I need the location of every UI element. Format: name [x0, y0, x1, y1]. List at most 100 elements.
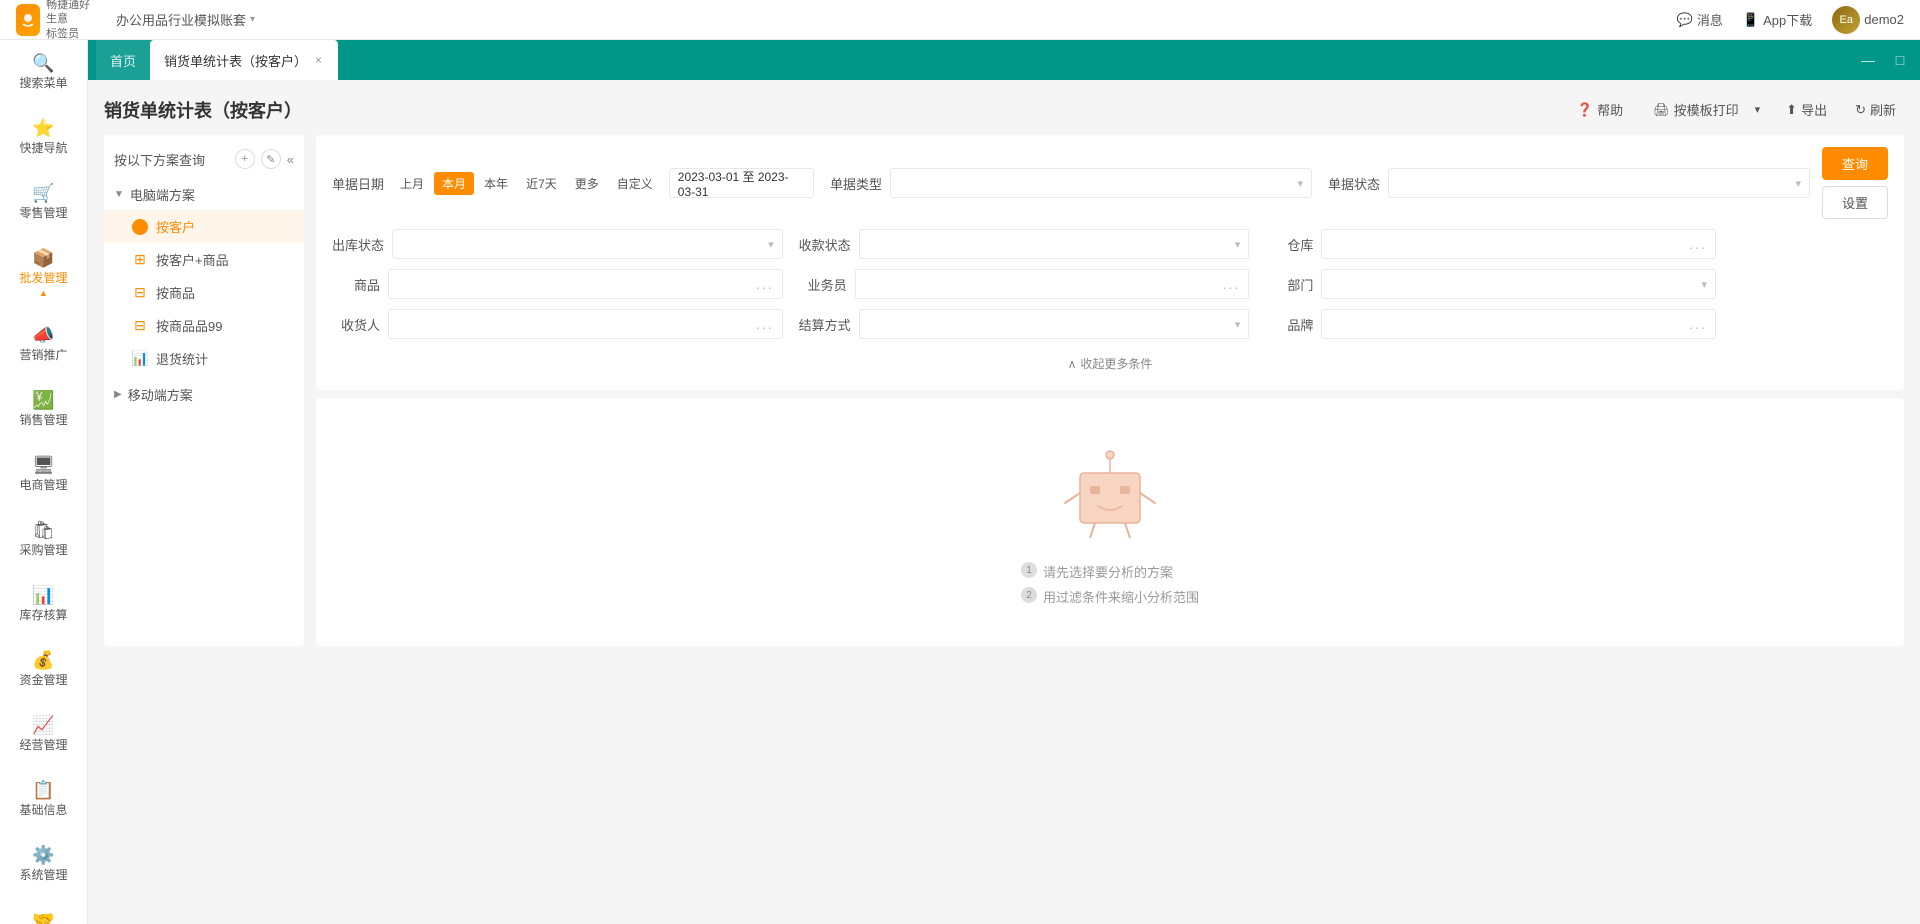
basic-icon: 📋	[32, 781, 54, 799]
add-scheme-button[interactable]: +	[235, 149, 255, 169]
tab-close-icon[interactable]: ×	[313, 51, 324, 69]
scheme-item-by-customer-product[interactable]: ⊞ 按客户+商品	[104, 243, 304, 276]
sidebar-item-sales[interactable]: 💹 销售管理	[4, 379, 83, 440]
brand-input[interactable]: ...	[1321, 309, 1716, 339]
sidebar-item-label: 搜索菜单	[19, 74, 67, 91]
sidebar-item-inventory[interactable]: 📊 库存核算	[4, 574, 83, 635]
message-icon: 💬	[1677, 12, 1693, 28]
maximize-button[interactable]: □	[1888, 48, 1912, 72]
filter-row-3: 商品 ... 业务员	[332, 269, 1888, 299]
logo-text: 畅捷通好生意 标签员	[46, 0, 96, 41]
sidebar-item-finance[interactable]: 💰 资金管理	[4, 639, 83, 700]
wholesale-icon: 📦	[32, 249, 54, 267]
warehouse-input[interactable]: ...	[1321, 229, 1716, 259]
sidebar-item-purchase[interactable]: 🛍 采购管理	[4, 509, 83, 570]
sidebar-item-wholesale[interactable]: 📦 批发管理 ▲	[4, 237, 83, 310]
mobile-group-header[interactable]: ▶ 移动端方案	[104, 379, 304, 410]
sidebar-item-label: 资金管理	[19, 671, 67, 688]
sidebar-item-label: 库存核算	[19, 606, 67, 623]
sidebar-item-quick-nav[interactable]: ⭐ 快捷导航	[4, 107, 83, 168]
group-toggle-icon: ▶	[114, 389, 122, 400]
date-tab-this-month[interactable]: 本月	[434, 172, 474, 195]
more-icon[interactable]: ...	[756, 276, 774, 292]
mobile-scheme-group: ▶ 移动端方案	[104, 379, 304, 410]
help-button[interactable]: ❓ 帮助	[1569, 96, 1631, 123]
sidebar-item-ecommerce[interactable]: 🖥 电商管理	[4, 444, 83, 505]
template-print-button[interactable]: 🖨 按模板打印	[1643, 96, 1749, 123]
receiver-filter-field: 收货人 ...	[332, 309, 783, 339]
sidebar-item-basic[interactable]: 📋 基础信息	[4, 769, 83, 830]
date-tab-custom[interactable]: 自定义	[609, 172, 661, 195]
receiver-label: 收货人	[332, 315, 388, 334]
content-area: 首页 销货单统计表（按客户） × — □ 销货单统计表（按客户）	[88, 40, 1920, 924]
more-icon[interactable]: ...	[1223, 276, 1241, 292]
doc-type-label: 单据类型	[830, 174, 890, 193]
date-tab-last-month[interactable]: 上月	[392, 172, 432, 195]
minimize-button[interactable]: —	[1856, 48, 1880, 72]
more-icon[interactable]: ...	[756, 316, 774, 332]
sidebar-item-label: 零售管理	[19, 204, 67, 221]
chevron-down-icon: ▾	[250, 14, 255, 25]
sidebar-item-operations[interactable]: 📈 经营管理	[4, 704, 83, 765]
salesman-input[interactable]: ...	[855, 269, 1250, 299]
retail-icon: 🛒	[32, 184, 54, 202]
desktop-group-header[interactable]: ▼ 电脑端方案	[104, 179, 304, 210]
date-label: 单据日期	[332, 174, 392, 193]
user-profile[interactable]: Ea demo2	[1832, 6, 1904, 34]
scheme-item-by-product[interactable]: ⊟ 按商品	[104, 276, 304, 309]
tab-home[interactable]: 首页	[96, 40, 150, 80]
collapse-scheme-button[interactable]: «	[287, 152, 294, 167]
scheme-item-by-product-99[interactable]: ⊟ 按商品品99	[104, 309, 304, 342]
sidebar-item-system[interactable]: ⚙️ 系统管理	[4, 834, 83, 895]
department-label: 部门	[1265, 275, 1321, 294]
template-print-dropdown[interactable]: ▾	[1749, 99, 1767, 120]
collect-status-input[interactable]: ▾	[859, 229, 1250, 259]
edit-scheme-button[interactable]: ✎	[261, 149, 281, 169]
date-tab-last-7-days[interactable]: 近7天	[518, 172, 565, 195]
star-icon: ⭐	[32, 119, 54, 137]
group-label: 移动端方案	[128, 385, 193, 404]
group-toggle-icon: ▼	[114, 189, 124, 200]
refresh-icon: ↻	[1855, 102, 1866, 118]
app-download-button[interactable]: 📱 App下载	[1743, 10, 1812, 29]
sidebar-item-enterprise[interactable]: 🤝 企业协同	[4, 899, 83, 924]
account-selector[interactable]: 办公用品行业模拟账套 ▾	[108, 6, 263, 33]
brand-label: 品牌	[1265, 315, 1321, 334]
more-icon[interactable]: ...	[1689, 236, 1707, 252]
sidebar-item-retail[interactable]: 🛒 零售管理	[4, 172, 83, 233]
settlement-input[interactable]: ▾	[859, 309, 1250, 339]
message-button[interactable]: 💬 消息	[1677, 10, 1723, 29]
scheme-item-label: 按客户	[156, 217, 195, 236]
template-print-group: 🖨 按模板打印 ▾	[1643, 96, 1766, 123]
collapse-button[interactable]: ∧ 收起更多条件	[332, 349, 1888, 378]
tab-active[interactable]: 销货单统计表（按客户） ×	[150, 40, 338, 80]
sidebar-item-label: 经营管理	[19, 736, 67, 753]
out-status-filter-field: 出库状态 ▾	[332, 229, 783, 259]
logo-icon	[16, 4, 40, 36]
sidebar-item-search-menu[interactable]: 🔍 搜索菜单	[4, 42, 83, 103]
settings-button[interactable]: 设置	[1822, 186, 1888, 219]
scheme-item-return-stats[interactable]: 📊 退货统计	[104, 342, 304, 375]
sales-icon: 💹	[32, 391, 54, 409]
doc-status-filter-field: 单据状态 ▾	[1328, 168, 1810, 198]
sidebar-item-marketing[interactable]: 📣 营销推广	[4, 314, 83, 375]
marketing-icon: 📣	[32, 326, 54, 344]
page-title: 销货单统计表（按客户）	[104, 97, 302, 123]
doc-type-input[interactable]: ▾	[890, 168, 1312, 198]
refresh-button[interactable]: ↻ 刷新	[1847, 96, 1904, 123]
more-icon[interactable]: ...	[1689, 316, 1707, 332]
department-input[interactable]: ▾	[1321, 269, 1716, 299]
date-tab-this-year[interactable]: 本年	[476, 172, 516, 195]
scheme-item-by-customer[interactable]: 按客户	[104, 210, 304, 243]
out-status-input[interactable]: ▾	[392, 229, 783, 259]
sidebar-item-label: 电商管理	[19, 476, 67, 493]
date-tab-more[interactable]: 更多	[567, 172, 607, 195]
page-header: 销货单统计表（按客户） ❓ 帮助 🖨 按模板打印 ▾	[104, 96, 1904, 123]
sidebar-item-label: 系统管理	[19, 866, 67, 883]
export-button[interactable]: ⬆ 导出	[1778, 96, 1835, 123]
query-button[interactable]: 查询	[1822, 147, 1888, 180]
receiver-input[interactable]: ...	[388, 309, 783, 339]
date-range-input[interactable]: 2023-03-01 至 2023-03-31	[669, 168, 814, 198]
product-input[interactable]: ...	[388, 269, 783, 299]
doc-status-input[interactable]: ▾	[1388, 168, 1810, 198]
